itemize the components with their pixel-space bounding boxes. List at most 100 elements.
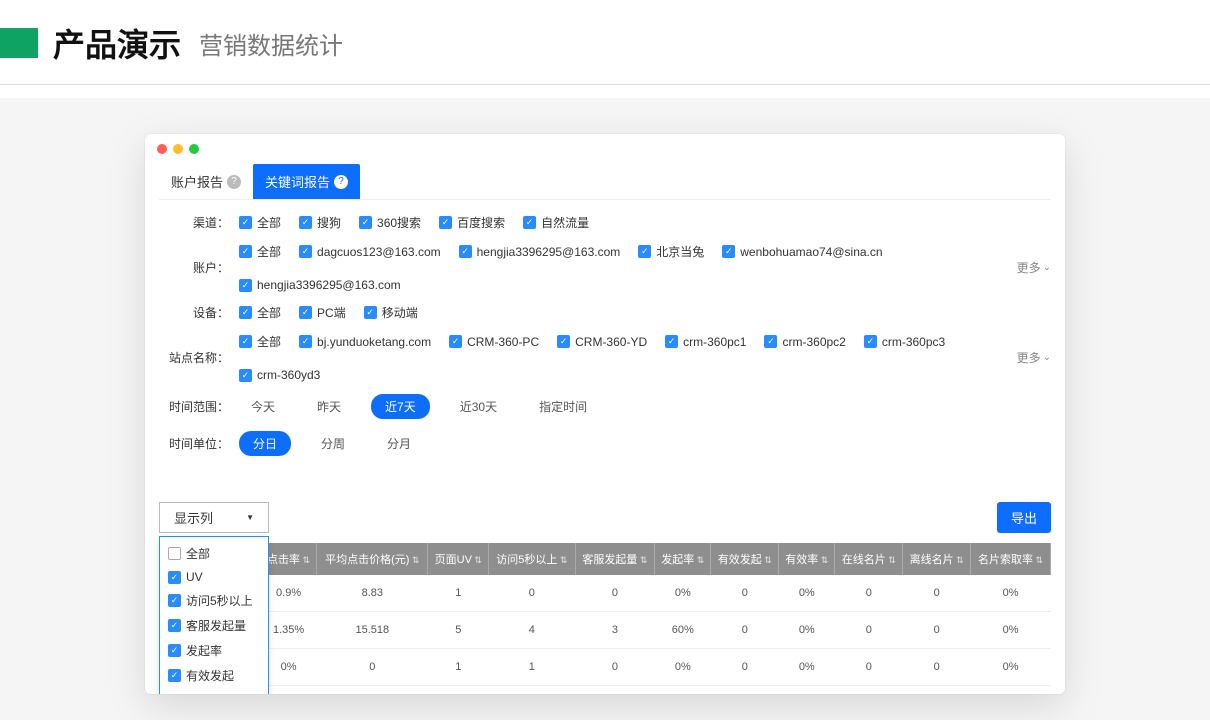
pill-option[interactable]: 分周: [309, 431, 357, 456]
checkbox-icon: [168, 619, 181, 632]
table-header-cell[interactable]: 名片索取率: [971, 543, 1051, 575]
checkbox-label: 百度搜索: [457, 214, 505, 231]
checkbox-option[interactable]: wenbohuamao74@sina.cn: [722, 245, 882, 259]
dropdown-item[interactable]: 发起率: [166, 638, 262, 663]
column-header-label: 离线名片: [910, 554, 964, 566]
checkbox-icon: [439, 216, 452, 229]
checkbox-option[interactable]: 全部: [239, 333, 281, 350]
dropdown-item[interactable]: 有效发起: [166, 663, 262, 688]
table-cell: 0: [903, 575, 971, 612]
table-cell: 0: [903, 612, 971, 649]
close-icon[interactable]: [157, 144, 167, 154]
checkbox-option[interactable]: crm-360pc3: [864, 335, 945, 349]
checkbox-option[interactable]: CRM-360-YD: [557, 335, 647, 349]
pill-option[interactable]: 昨天: [305, 394, 353, 419]
table-row[interactable]: bj-云朵课堂堂0%01100%00%000%: [159, 649, 1051, 686]
dropdown-item-label: 发起率: [186, 642, 222, 659]
checkbox-option[interactable]: 全部: [239, 304, 281, 321]
checkbox-option[interactable]: CRM-360-PC: [449, 335, 539, 349]
dropdown-item[interactable]: 有效率: [166, 688, 262, 694]
pill-option[interactable]: 分日: [239, 431, 291, 456]
checkbox-label: 全部: [257, 333, 281, 350]
tab-keyword-report[interactable]: 关键词报告 ?: [253, 164, 360, 199]
checkbox-icon: [299, 306, 312, 319]
table-cell: 0%: [971, 686, 1051, 695]
table-cell: 0%: [779, 649, 835, 686]
checkbox-icon: [239, 335, 252, 348]
filter-label: 账户：: [159, 259, 229, 276]
minimize-icon[interactable]: [173, 144, 183, 154]
dropdown-item[interactable]: UV: [166, 566, 262, 588]
help-icon[interactable]: ?: [334, 175, 348, 189]
header-divider: [0, 84, 1210, 85]
checkbox-option[interactable]: PC端: [299, 304, 346, 321]
checkbox-label: 全部: [257, 243, 281, 260]
table-row[interactable]: bj-云朵课堂堂4.55%6.241000%00%000%: [159, 686, 1051, 695]
checkbox-icon: [239, 245, 252, 258]
pill-option[interactable]: 近30天: [448, 394, 509, 419]
table-row[interactable]: bj-云朵课堂堂1.35%15.51854360%00%000%: [159, 612, 1051, 649]
checkbox-icon: [239, 306, 252, 319]
more-link[interactable]: 更多: [1017, 259, 1051, 276]
checkbox-icon: [523, 216, 536, 229]
table-header-cell[interactable]: 有效发起: [711, 543, 779, 575]
checkbox-option[interactable]: 百度搜索: [439, 214, 505, 231]
checkbox-option[interactable]: 全部: [239, 243, 281, 260]
checkbox-label: bj.yunduoketang.com: [317, 335, 431, 349]
filter-row-site: 站点名称：全部bj.yunduoketang.comCRM-360-PCCRM-…: [159, 327, 1051, 388]
dropdown-item[interactable]: 访问5秒以上: [166, 588, 262, 613]
more-link[interactable]: 更多: [1017, 349, 1051, 366]
table-row[interactable]: bj-云朵课堂堂0.9%8.831000%00%000%: [159, 575, 1051, 612]
data-table-wrap[interactable]: 账户费点击率平均点击价格(元)页面UV访问5秒以上客服发起量发起率有效发起有效率…: [159, 543, 1051, 694]
maximize-icon[interactable]: [189, 144, 199, 154]
checkbox-option[interactable]: crm-360pc1: [665, 335, 746, 349]
table-header-cell[interactable]: 客服发起量: [575, 543, 655, 575]
checkbox-icon: [168, 669, 181, 682]
checkbox-option[interactable]: 移动端: [364, 304, 418, 321]
table-header-cell[interactable]: 平均点击价格(元): [317, 543, 428, 575]
browser-window: 账户报告 ? 关键词报告 ? 渠道：全部搜狗360搜索百度搜索自然流量账户：全部…: [145, 134, 1065, 694]
table-header-cell[interactable]: 离线名片: [903, 543, 971, 575]
column-header-label: 平均点击价格(元): [325, 554, 419, 566]
dropdown-item[interactable]: 全部: [166, 541, 262, 566]
checkbox-option[interactable]: 360搜索: [359, 214, 421, 231]
column-select[interactable]: 显示列: [159, 502, 269, 533]
column-dropdown-panel: 全部UV访问5秒以上客服发起量发起率有效发起有效率在线名片离线名片名片索取率有效…: [159, 536, 269, 694]
column-header-label: 点击率: [267, 554, 310, 566]
table-cell: 0%: [655, 575, 711, 612]
pill-option[interactable]: 今天: [239, 394, 287, 419]
dropdown-item[interactable]: 客服发起量: [166, 613, 262, 638]
checkbox-option[interactable]: 搜狗: [299, 214, 341, 231]
checkbox-option[interactable]: dagcuos123@163.com: [299, 245, 441, 259]
checkbox-option[interactable]: crm-360yd3: [239, 368, 320, 382]
export-button[interactable]: 导出: [997, 502, 1051, 533]
checkbox-icon: [557, 335, 570, 348]
checkbox-option[interactable]: 全部: [239, 214, 281, 231]
checkbox-option[interactable]: 北京当兔: [638, 243, 704, 260]
column-header-label: 名片索取率: [978, 554, 1043, 566]
checkbox-label: 全部: [257, 214, 281, 231]
checkbox-label: crm-360pc2: [782, 335, 845, 349]
checkbox-option[interactable]: crm-360pc2: [764, 335, 845, 349]
table-header-cell[interactable]: 访问5秒以上: [489, 543, 575, 575]
pill-option[interactable]: 近7天: [371, 394, 430, 419]
table-header-cell[interactable]: 发起率: [655, 543, 711, 575]
checkbox-option[interactable]: hengjia3396295@163.com: [459, 245, 621, 259]
table-header-cell[interactable]: 有效率: [779, 543, 835, 575]
column-header-label: 有效发起: [718, 554, 772, 566]
table-cell: 0: [903, 686, 971, 695]
pill-option[interactable]: 分月: [375, 431, 423, 456]
help-icon[interactable]: ?: [227, 175, 241, 189]
checkbox-icon: [299, 335, 312, 348]
checkbox-label: 移动端: [382, 304, 418, 321]
table-header-cell[interactable]: 页面UV: [428, 543, 489, 575]
pill-option[interactable]: 指定时间: [527, 394, 599, 419]
table-cell: 0: [835, 649, 903, 686]
report-panel: 账户报告 ? 关键词报告 ? 渠道：全部搜狗360搜索百度搜索自然流量账户：全部…: [145, 164, 1065, 694]
checkbox-option[interactable]: bj.yunduoketang.com: [299, 335, 431, 349]
tab-account-report[interactable]: 账户报告 ?: [159, 164, 253, 199]
checkbox-option[interactable]: 自然流量: [523, 214, 589, 231]
table-cell: 0: [489, 575, 575, 612]
table-header-cell[interactable]: 在线名片: [835, 543, 903, 575]
checkbox-option[interactable]: hengjia3396295@163.com: [239, 278, 401, 292]
